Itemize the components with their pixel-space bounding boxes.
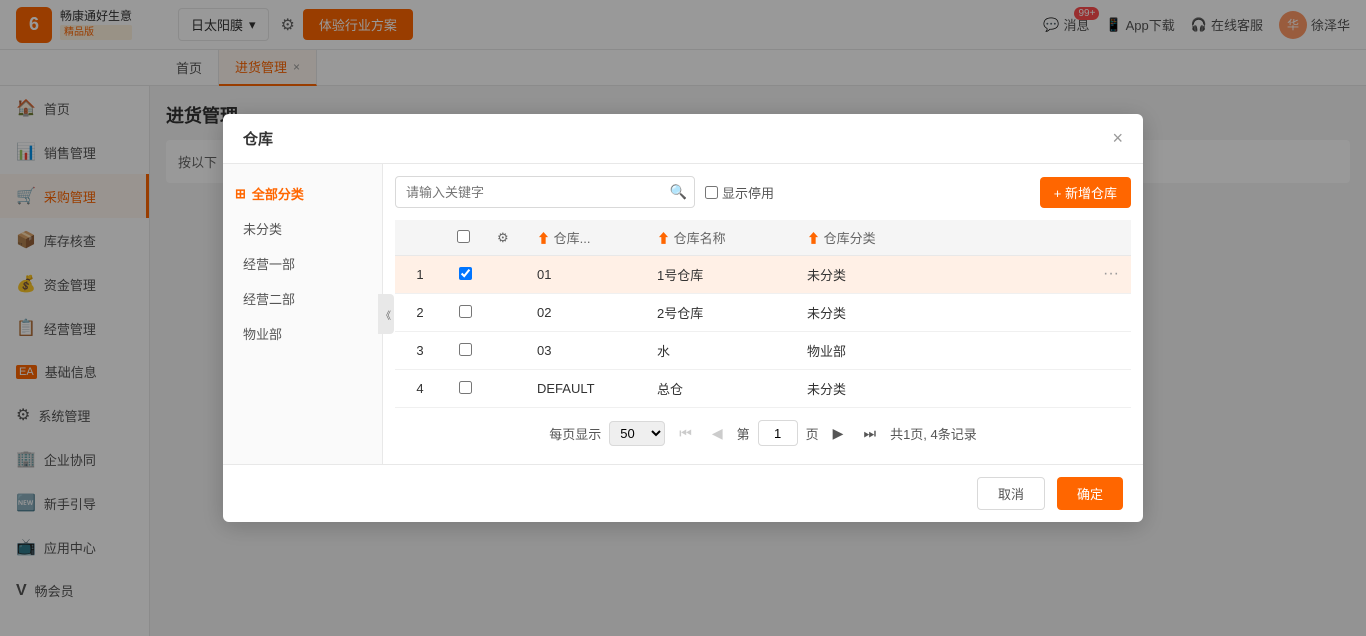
modal-header: 仓库 × [223,114,1143,164]
category-item-operations1[interactable]: 经营一部 [223,246,382,281]
page-suffix: 页 [806,424,819,443]
cell-name: 水 [645,332,795,370]
category-item-property[interactable]: 物业部 [223,316,382,351]
add-warehouse-button[interactable]: + 新增仓库 [1040,177,1131,208]
sort-cat-icon: ⬆ [807,231,820,246]
row-actions[interactable]: ··· [1103,265,1119,283]
row-checkbox[interactable] [459,343,472,356]
per-page-label: 每页显示 [549,424,601,443]
cell-check [445,256,485,294]
page-number-input[interactable] [758,420,798,446]
grid-icon: ⊞ [235,186,246,202]
table-scroll: ⚙ ⬆ 仓库... ⬆ 仓库名称 [395,220,1131,408]
cell-num: 4 [395,370,445,408]
category-all-label: 全部分类 [252,184,304,203]
cell-code: 01 [525,256,645,294]
cell-check [445,294,485,332]
total-info: 共1页, 4条记录 [890,424,977,443]
table-row: 2 02 2号仓库 未分类 [395,294,1131,332]
table-header-row: ⚙ ⬆ 仓库... ⬆ 仓库名称 [395,220,1131,256]
cell-num: 2 [395,294,445,332]
warehouse-modal: 仓库 × ⊞ 全部分类 未分类 经营一部 经营二部 物业部 《 [223,114,1143,522]
sort-icon: ⬆ [537,231,550,246]
row-checkbox[interactable] [459,305,472,318]
per-page-select[interactable]: 50 100 [609,421,665,446]
cell-code: 03 [525,332,645,370]
show-disabled-checkbox[interactable] [705,186,718,199]
search-input[interactable] [395,176,695,208]
pagination-bar: 每页显示 50 100 ⏮ ◀ 第 页 ▶ ⏭ 共1页, 4条记录 [395,408,1131,452]
search-icon: 🔍 [670,184,687,201]
cell-gear [485,332,525,370]
cell-name: 1号仓库 [645,256,795,294]
collapse-panel-button[interactable]: 《 [378,294,394,334]
cell-category: 未分类 [795,370,1131,408]
cell-category: 未分类 [795,294,1131,332]
table-panel: 🔍 显示停用 + 新增仓库 [383,164,1143,464]
row-checkbox[interactable] [459,381,472,394]
show-disabled-label[interactable]: 显示停用 [705,183,774,202]
col-code: ⬆ 仓库... [525,220,645,256]
cell-check [445,370,485,408]
confirm-button[interactable]: 确定 [1057,477,1123,510]
search-wrap: 🔍 [395,176,695,208]
modal-title: 仓库 [243,128,273,149]
table-head: ⚙ ⬆ 仓库... ⬆ 仓库名称 [395,220,1131,256]
page-prefix: 第 [737,424,750,443]
gear-header-icon: ⚙ [497,230,509,245]
modal-close-button[interactable]: × [1112,128,1123,149]
cell-check [445,332,485,370]
cancel-button[interactable]: 取消 [977,477,1045,510]
show-disabled-text: 显示停用 [722,183,774,202]
modal-overlay: 仓库 × ⊞ 全部分类 未分类 经营一部 经营二部 物业部 《 [0,0,1366,636]
modal-footer: 取消 确定 [223,464,1143,522]
row-checkbox[interactable] [459,267,472,280]
col-category: ⬆ 仓库分类 [795,220,1131,256]
category-item-operations2[interactable]: 经营二部 [223,281,382,316]
last-page-button[interactable]: ⏭ [857,423,882,444]
sort-name-icon: ⬆ [657,231,670,246]
col-name: ⬆ 仓库名称 [645,220,795,256]
table-row: 4 DEFAULT 总仓 未分类 [395,370,1131,408]
cell-num: 3 [395,332,445,370]
col-gear: ⚙ [485,220,525,256]
table-row: 1 01 1号仓库 未分类 ··· [395,256,1131,294]
cell-category: 物业部 [795,332,1131,370]
category-panel: ⊞ 全部分类 未分类 经营一部 经营二部 物业部 《 [223,164,383,464]
cell-gear [485,370,525,408]
col-check [445,220,485,256]
cell-gear [485,294,525,332]
cell-category: 未分类 ··· [795,256,1131,294]
col-num [395,220,445,256]
cell-name: 总仓 [645,370,795,408]
warehouse-table: ⚙ ⬆ 仓库... ⬆ 仓库名称 [395,220,1131,408]
first-page-button[interactable]: ⏮ [673,423,698,444]
table-body: 1 01 1号仓库 未分类 ··· 2 02 2号仓库 未分类 3 [395,256,1131,408]
category-item-uncategorized[interactable]: 未分类 [223,211,382,246]
cell-gear [485,256,525,294]
cell-name: 2号仓库 [645,294,795,332]
cell-code: DEFAULT [525,370,645,408]
table-row: 3 03 水 物业部 [395,332,1131,370]
cell-code: 02 [525,294,645,332]
prev-page-button[interactable]: ◀ [706,423,729,444]
table-toolbar: 🔍 显示停用 + 新增仓库 [395,176,1131,208]
next-page-button[interactable]: ▶ [827,423,850,444]
cell-num: 1 [395,256,445,294]
category-all[interactable]: ⊞ 全部分类 [223,176,382,211]
modal-body: ⊞ 全部分类 未分类 经营一部 经营二部 物业部 《 🔍 [223,164,1143,464]
select-all-checkbox[interactable] [457,230,470,243]
